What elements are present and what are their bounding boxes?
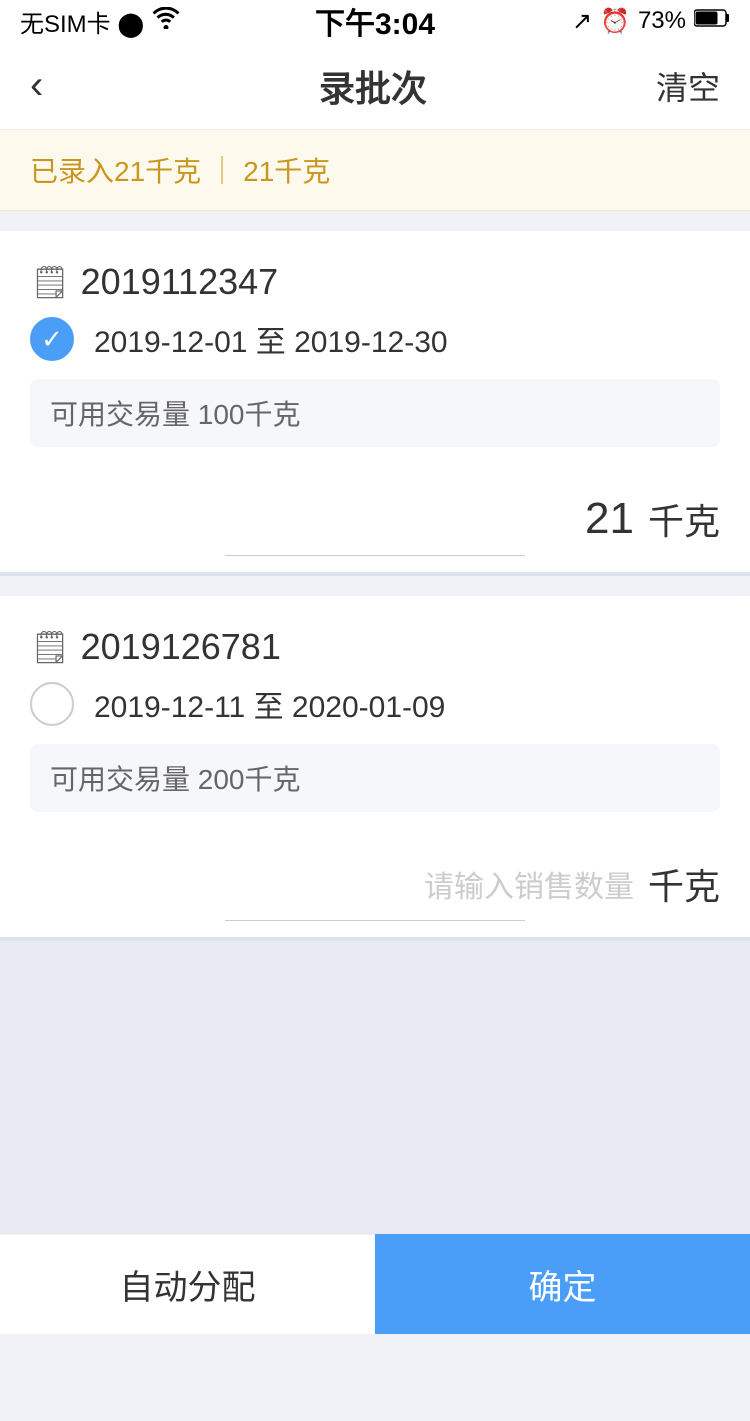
- total-label: 21千克: [243, 150, 330, 190]
- batch1-number: 2019112347: [81, 261, 279, 303]
- check-icon: ✓: [41, 324, 63, 355]
- batch2-icon: 🗒: [30, 628, 71, 666]
- batch1-qty-value[interactable]: 21: [514, 494, 634, 544]
- batch1-date: 2019-12-01 至 2019-12-30: [94, 317, 448, 361]
- batch1-date-row: ✓ 2019-12-01 至 2019-12-30: [30, 317, 720, 361]
- page-title: 录批次: [319, 60, 427, 112]
- batch1-card: 🗒 2019112347 ✓ 2019-12-01 至 2019-12-30 可…: [0, 231, 750, 572]
- clear-button[interactable]: 清空: [656, 63, 720, 109]
- batch1-radio[interactable]: ✓: [30, 317, 74, 361]
- batch1-icon: 🗒: [30, 263, 71, 301]
- status-bar: 无SIM卡 ⬤ 下午3:04 ↗ ⏰ 73%: [0, 0, 750, 42]
- wifi-icon: [152, 7, 180, 36]
- bottom-bar: 自动分配 确定: [0, 1234, 750, 1334]
- section-divider: [0, 572, 750, 576]
- batch2-avail: 可用交易量 200千克: [30, 744, 720, 812]
- batch2-card: 🗒 2019126781 2019-12-11 至 2020-01-09 可用交…: [0, 596, 750, 937]
- battery-percent: 73%: [638, 7, 686, 35]
- location-icon: ↗: [572, 7, 592, 36]
- batch2-qty-placeholder: 请输入销售数量: [30, 862, 634, 906]
- batch2-qty-row: 请输入销售数量 千克: [0, 842, 750, 920]
- status-right: ↗ ⏰ 73%: [572, 7, 730, 36]
- info-divider: [221, 156, 223, 184]
- auto-distribute-button[interactable]: 自动分配: [0, 1234, 375, 1334]
- batch1-qty-row: 21 千克: [0, 477, 750, 555]
- battery-icon: [694, 7, 730, 35]
- back-button[interactable]: ‹: [30, 63, 90, 108]
- status-time: 下午3:04: [315, 0, 435, 43]
- batch2-inner: 🗒 2019126781 2019-12-11 至 2020-01-09 可用交…: [0, 596, 750, 842]
- confirm-button[interactable]: 确定: [375, 1234, 750, 1334]
- batch2-divider: [225, 920, 525, 921]
- sim-label: 无SIM卡 ⬤: [20, 4, 144, 39]
- batch1-inner: 🗒 2019112347 ✓ 2019-12-01 至 2019-12-30 可…: [0, 231, 750, 477]
- nav-bar: ‹ 录批次 清空: [0, 42, 750, 130]
- batch2-date: 2019-12-11 至 2020-01-09: [94, 682, 445, 726]
- batch2-number: 2019126781: [81, 626, 281, 668]
- batch1-header: 🗒 2019112347: [30, 261, 720, 303]
- batch1-unit: 千克: [648, 493, 720, 545]
- batch2-header: 🗒 2019126781: [30, 626, 720, 668]
- status-left: 无SIM卡 ⬤: [20, 4, 180, 39]
- alarm-icon: ⏰: [600, 7, 630, 36]
- batch2-date-row: 2019-12-11 至 2020-01-09: [30, 682, 720, 726]
- batch2-radio[interactable]: [30, 682, 74, 726]
- batch2-unit: 千克: [648, 858, 720, 910]
- batch1-divider: [225, 555, 525, 556]
- batch1-avail: 可用交易量 100千克: [30, 379, 720, 447]
- recorded-label: 已录入21千克: [30, 150, 201, 190]
- info-banner: 已录入21千克 21千克: [0, 130, 750, 211]
